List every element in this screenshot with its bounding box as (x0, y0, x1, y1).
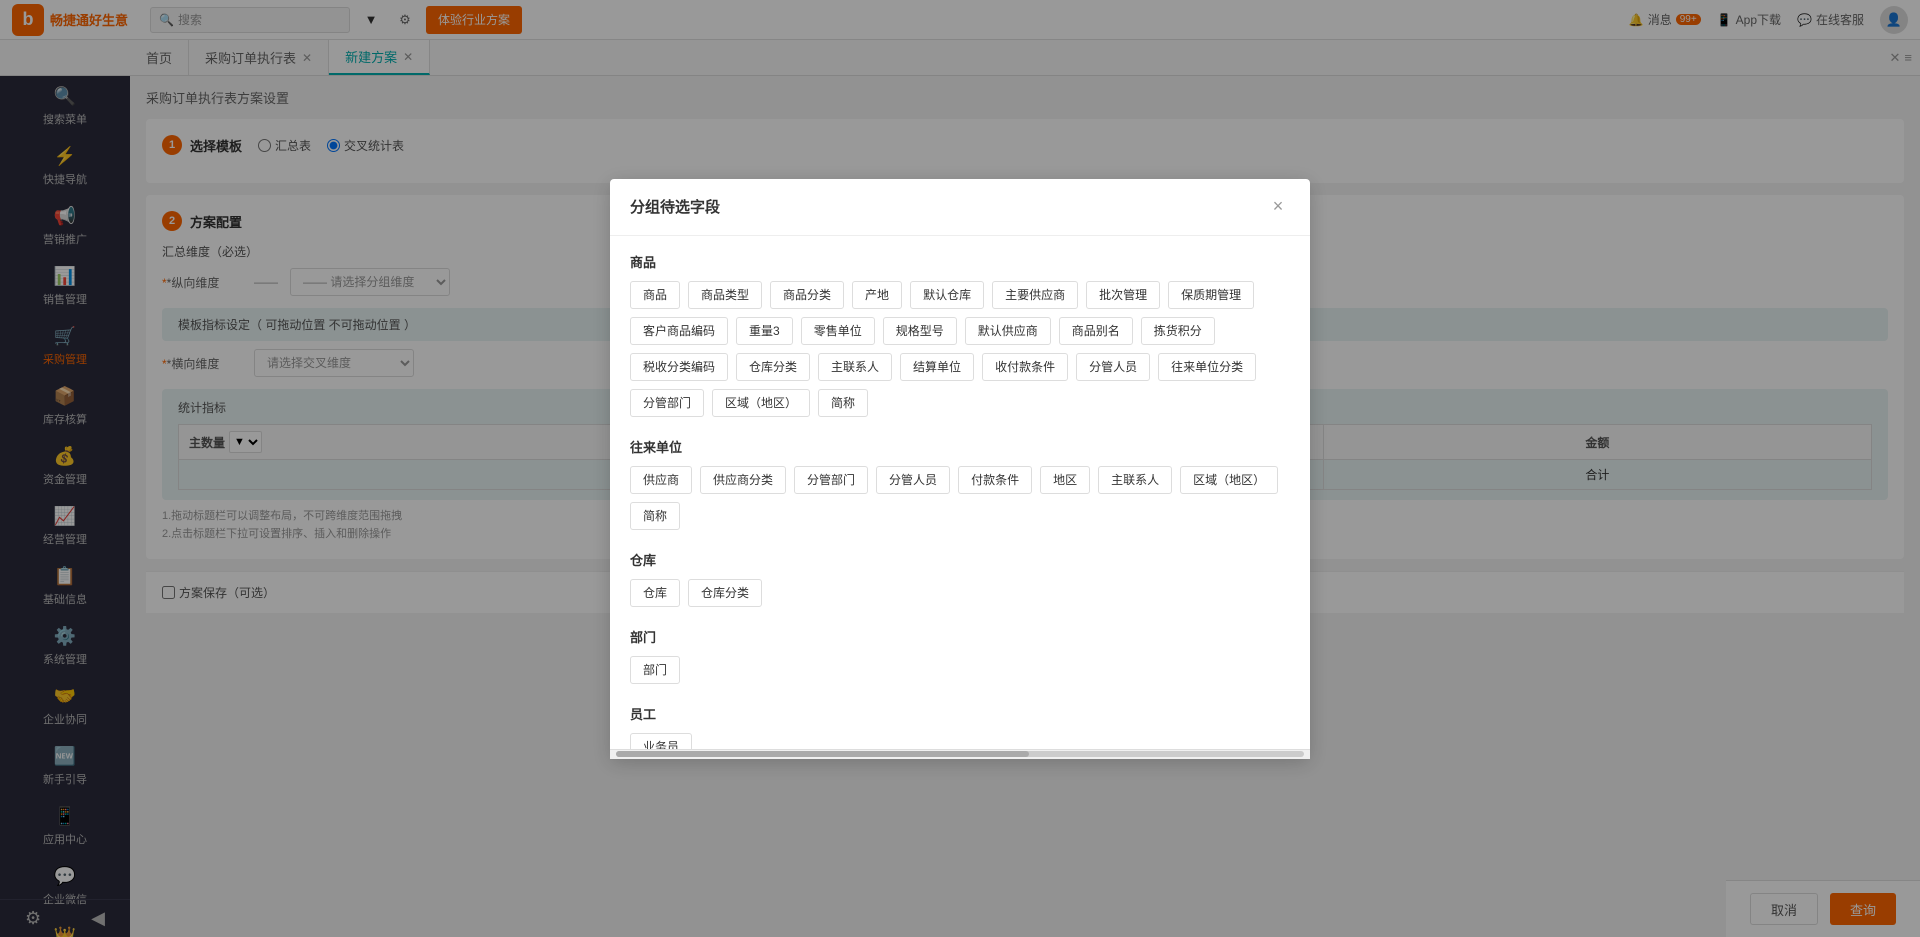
dept-fields: 部门 (630, 656, 1290, 684)
field-tag[interactable]: 区域（地区） (712, 389, 810, 417)
modal-close-button[interactable]: × (1266, 195, 1290, 219)
field-tag[interactable]: 产地 (852, 281, 902, 309)
field-group-warehouse-title: 仓库 (630, 550, 1290, 569)
field-tag[interactable]: 商品分类 (770, 281, 844, 309)
field-tag[interactable]: 分管部门 (794, 466, 868, 494)
field-tag[interactable]: 仓库分类 (736, 353, 810, 381)
field-tag[interactable]: 地区 (1040, 466, 1090, 494)
field-tag[interactable]: 简称 (818, 389, 868, 417)
field-tag[interactable]: 保质期管理 (1168, 281, 1254, 309)
field-tag[interactable]: 商品类型 (688, 281, 762, 309)
field-tag[interactable]: 主要供应商 (992, 281, 1078, 309)
scrollbar-track (616, 751, 1304, 757)
field-tag[interactable]: 简称 (630, 502, 680, 530)
field-tag[interactable]: 往来单位分类 (1158, 353, 1256, 381)
field-tag[interactable]: 分管部门 (630, 389, 704, 417)
field-tag[interactable]: 付款条件 (958, 466, 1032, 494)
field-tag[interactable]: 重量3 (736, 317, 793, 345)
field-tag[interactable]: 仓库分类 (688, 579, 762, 607)
field-tag[interactable]: 分管人员 (876, 466, 950, 494)
field-group-partner-title: 往来单位 (630, 437, 1290, 456)
field-tag[interactable]: 税收分类编码 (630, 353, 728, 381)
field-group-dept: 部门 部门 (630, 627, 1290, 684)
field-group-employee: 员工 业务员 (630, 704, 1290, 750)
field-group-product: 商品 商品 商品类型 商品分类 产地 默认仓库 主要供应商 批次管理 保质期管理… (630, 252, 1290, 417)
field-tag[interactable]: 主联系人 (818, 353, 892, 381)
field-tag[interactable]: 默认仓库 (910, 281, 984, 309)
employee-fields: 业务员 (630, 733, 1290, 750)
field-group-dept-title: 部门 (630, 627, 1290, 646)
warehouse-fields: 仓库 仓库分类 (630, 579, 1290, 607)
field-tag[interactable]: 分管人员 (1076, 353, 1150, 381)
modal-body: 商品 商品 商品类型 商品分类 产地 默认仓库 主要供应商 批次管理 保质期管理… (610, 236, 1310, 750)
field-tag[interactable]: 客户商品编码 (630, 317, 728, 345)
field-tag[interactable]: 拣货积分 (1141, 317, 1215, 345)
field-tag[interactable]: 仓库 (630, 579, 680, 607)
field-tag[interactable]: 商品 (630, 281, 680, 309)
scrollbar-thumb (616, 751, 1029, 757)
field-select-modal: 分组待选字段 × 商品 商品 商品类型 商品分类 产地 默认仓库 主要供应商 批… (610, 179, 1310, 759)
modal-horizontal-scrollbar[interactable] (610, 749, 1310, 758)
partner-fields: 供应商 供应商分类 分管部门 分管人员 付款条件 地区 主联系人 区域（地区） … (630, 466, 1290, 530)
field-group-product-title: 商品 (630, 252, 1290, 271)
modal-overlay: 分组待选字段 × 商品 商品 商品类型 商品分类 产地 默认仓库 主要供应商 批… (0, 0, 1920, 937)
field-tag[interactable]: 结算单位 (900, 353, 974, 381)
field-tag[interactable]: 批次管理 (1086, 281, 1160, 309)
field-tag[interactable]: 部门 (630, 656, 680, 684)
product-fields: 商品 商品类型 商品分类 产地 默认仓库 主要供应商 批次管理 保质期管理 客户… (630, 281, 1290, 417)
field-group-employee-title: 员工 (630, 704, 1290, 723)
field-tag[interactable]: 区域（地区） (1180, 466, 1278, 494)
field-group-partner: 往来单位 供应商 供应商分类 分管部门 分管人员 付款条件 地区 主联系人 区域… (630, 437, 1290, 530)
field-tag[interactable]: 供应商分类 (700, 466, 786, 494)
field-tag[interactable]: 默认供应商 (965, 317, 1051, 345)
field-tag[interactable]: 收付款条件 (982, 353, 1068, 381)
field-tag[interactable]: 主联系人 (1098, 466, 1172, 494)
modal-title: 分组待选字段 (630, 196, 720, 217)
field-group-warehouse: 仓库 仓库 仓库分类 (630, 550, 1290, 607)
field-tag[interactable]: 零售单位 (801, 317, 875, 345)
modal-header: 分组待选字段 × (610, 179, 1310, 236)
field-tag[interactable]: 供应商 (630, 466, 692, 494)
field-tag[interactable]: 商品别名 (1059, 317, 1133, 345)
field-tag[interactable]: 业务员 (630, 733, 692, 750)
field-tag[interactable]: 规格型号 (883, 317, 957, 345)
